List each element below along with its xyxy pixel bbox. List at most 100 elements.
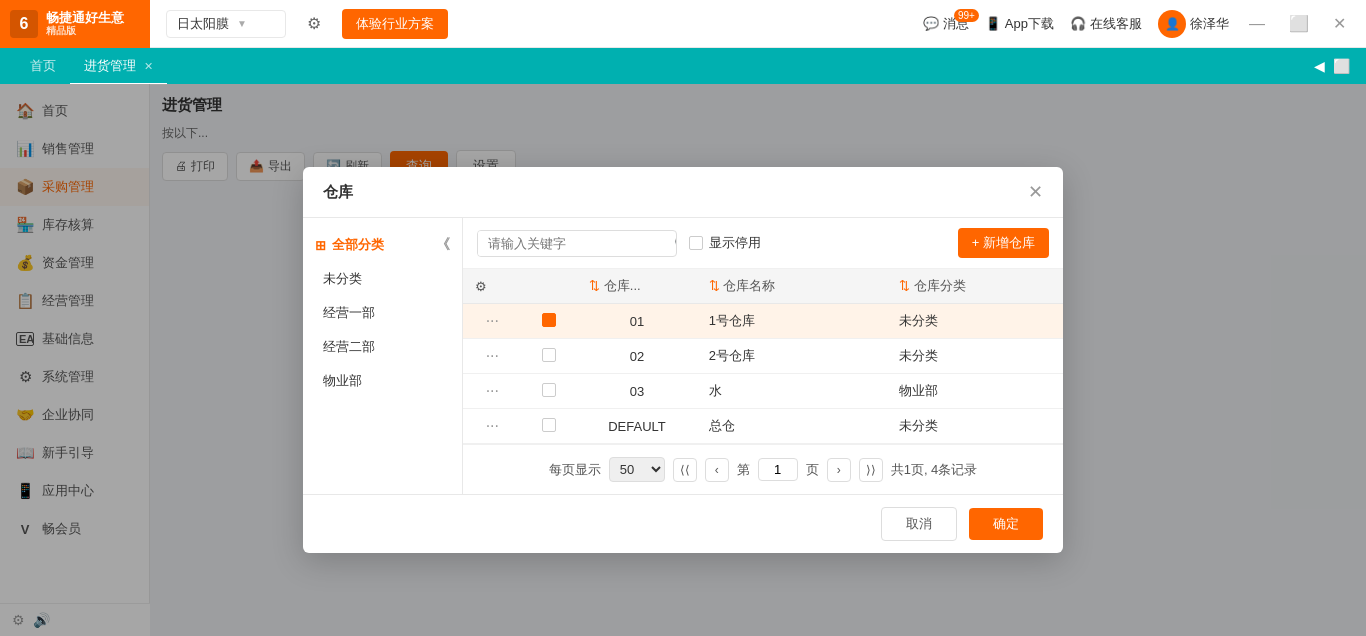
collapse-panel-button[interactable]: 《 xyxy=(436,236,450,254)
row-action-dots[interactable]: ··· xyxy=(486,417,499,434)
category-unclassified-label: 未分类 xyxy=(323,271,362,286)
row-index: 03 xyxy=(577,374,696,409)
row-category: 未分类 xyxy=(887,409,1063,444)
row-actions: ··· xyxy=(463,409,522,444)
all-categories-item[interactable]: ⊞ 全部分类 《 xyxy=(303,228,462,262)
table-toolbar-left: 🔍 显示停用 xyxy=(477,230,761,257)
warehouse-table: ⚙ ⇅ 仓库... ⇅ 仓库名称 ⇅ 仓库分类 xyxy=(463,269,1063,444)
nav-expand-button[interactable]: ⬜ xyxy=(1333,58,1350,74)
store-dropdown-icon: ▼ xyxy=(237,18,247,29)
modal-close-button[interactable]: ✕ xyxy=(1028,181,1043,203)
table-container: ⚙ ⇅ 仓库... ⇅ 仓库名称 ⇅ 仓库分类 xyxy=(463,269,1063,444)
confirm-button[interactable]: 确定 xyxy=(969,508,1043,540)
cancel-button[interactable]: 取消 xyxy=(881,507,957,541)
nav-tab-purchase[interactable]: 进货管理 ✕ xyxy=(70,49,167,85)
page-first-button[interactable]: ⟨⟨ xyxy=(673,458,697,482)
new-warehouse-button[interactable]: + 新增仓库 xyxy=(958,228,1049,258)
user-button[interactable]: 👤 徐泽华 xyxy=(1158,10,1229,38)
gear-icon: ⚙ xyxy=(307,14,321,33)
message-badge: 99+ xyxy=(954,9,979,22)
col-header-name[interactable]: ⇅ 仓库名称 xyxy=(697,269,887,304)
sort-icon-name: ⇅ xyxy=(709,278,720,293)
category-item-ops1[interactable]: 经营一部 xyxy=(303,296,462,330)
store-name: 日太阳膜 xyxy=(177,15,229,33)
app-download-button[interactable]: 📱 App下载 xyxy=(985,15,1054,33)
pagination: 每页显示 50 20 100 ⟨⟨ ‹ 第 页 › ⟩⟩ 共1页, 4 xyxy=(463,444,1063,494)
nav-tab-home-label: 首页 xyxy=(30,57,56,75)
minimize-button[interactable]: — xyxy=(1245,15,1269,33)
row-checkbox[interactable] xyxy=(542,418,556,432)
page-size-select[interactable]: 50 20 100 xyxy=(609,457,665,482)
search-input[interactable] xyxy=(478,231,666,256)
category-panel: ⊞ 全部分类 《 未分类 经营一部 经营二部 物业 xyxy=(303,218,463,494)
nav-tab-close-icon[interactable]: ✕ xyxy=(144,60,153,73)
row-name: 水 xyxy=(697,374,887,409)
message-button[interactable]: 💬 消息 99+ xyxy=(923,15,969,33)
table-row[interactable]: ··· 02 2号仓库 未分类 xyxy=(463,339,1063,374)
warehouse-modal: 仓库 ✕ ⊞ 全部分类 《 未分类 xyxy=(303,167,1063,553)
store-selector[interactable]: 日太阳膜 ▼ xyxy=(166,10,286,38)
logo-name: 畅捷通好生意 xyxy=(46,10,124,26)
row-check-cell[interactable] xyxy=(522,374,578,409)
category-property-label: 物业部 xyxy=(323,373,362,388)
category-item-ops2[interactable]: 经营二部 xyxy=(303,330,462,364)
nav-collapse-button[interactable]: ◀ xyxy=(1314,58,1325,74)
settings-button[interactable]: ⚙ xyxy=(298,8,330,40)
row-checkbox[interactable] xyxy=(542,383,556,397)
col-header-code[interactable]: ⇅ 仓库... xyxy=(577,269,696,304)
table-row[interactable]: ··· 03 水 物业部 xyxy=(463,374,1063,409)
trial-button[interactable]: 体验行业方案 xyxy=(342,9,448,39)
col-header-category[interactable]: ⇅ 仓库分类 xyxy=(887,269,1063,304)
row-category: 未分类 xyxy=(887,339,1063,374)
restore-button[interactable]: ⬜ xyxy=(1285,14,1313,33)
table-row[interactable]: ··· 01 1号仓库 未分类 xyxy=(463,304,1063,339)
row-name: 总仓 xyxy=(697,409,887,444)
row-index: 02 xyxy=(577,339,696,374)
row-check-cell[interactable] xyxy=(522,304,578,339)
page-last-button[interactable]: ⟩⟩ xyxy=(859,458,883,482)
nav-tab-purchase-label: 进货管理 xyxy=(84,57,136,75)
page-prev-button[interactable]: ‹ xyxy=(705,458,729,482)
category-ops2-label: 经营二部 xyxy=(323,339,375,354)
header-right: 💬 消息 99+ 📱 App下载 🎧 在线客服 👤 徐泽华 — ⬜ ✕ xyxy=(923,10,1366,38)
logo-area: 6 畅捷通好生意 精品版 xyxy=(0,0,150,48)
row-checkbox[interactable] xyxy=(542,313,556,327)
table-toolbar: 🔍 显示停用 + 新增仓库 xyxy=(463,218,1063,269)
row-checkbox[interactable] xyxy=(542,348,556,362)
row-name: 2号仓库 xyxy=(697,339,887,374)
close-window-button[interactable]: ✕ xyxy=(1329,14,1350,33)
row-actions: ··· xyxy=(463,374,522,409)
row-action-dots[interactable]: ··· xyxy=(486,312,499,329)
logo-icon: 6 xyxy=(10,10,38,38)
table-row[interactable]: ··· DEFAULT 总仓 未分类 xyxy=(463,409,1063,444)
disabled-checkbox[interactable] xyxy=(689,236,703,250)
page-label: 第 xyxy=(737,461,750,479)
row-check-cell[interactable] xyxy=(522,339,578,374)
row-index: 01 xyxy=(577,304,696,339)
headphone-icon: 🎧 xyxy=(1070,16,1086,31)
user-name: 徐泽华 xyxy=(1190,15,1229,33)
search-icon[interactable]: 🔍 xyxy=(666,231,677,256)
page-input[interactable] xyxy=(758,458,798,481)
app-download-label: App下载 xyxy=(1005,15,1054,33)
row-action-dots[interactable]: ··· xyxy=(486,347,499,364)
page-next-button[interactable]: › xyxy=(827,458,851,482)
nav-tabs: 首页 进货管理 ✕ ◀ ⬜ xyxy=(0,48,1366,84)
header-middle: 日太阳膜 ▼ ⚙ 体验行业方案 xyxy=(150,8,923,40)
modal-overlay: 仓库 ✕ ⊞ 全部分类 《 未分类 xyxy=(0,84,1366,636)
grid-icon: ⊞ xyxy=(315,238,326,253)
page-size-label: 每页显示 xyxy=(549,461,601,479)
show-disabled-label-text: 显示停用 xyxy=(709,234,761,252)
category-item-unclassified[interactable]: 未分类 xyxy=(303,262,462,296)
show-disabled-checkbox[interactable]: 显示停用 xyxy=(689,234,761,252)
page-end-label: 页 xyxy=(806,461,819,479)
col-header-check xyxy=(522,269,578,304)
online-service-button[interactable]: 🎧 在线客服 xyxy=(1070,15,1142,33)
logo-sub: 精品版 xyxy=(46,25,124,37)
category-item-property[interactable]: 物业部 xyxy=(303,364,462,398)
row-check-cell[interactable] xyxy=(522,409,578,444)
logo-text: 畅捷通好生意 精品版 xyxy=(46,10,124,38)
nav-tab-home[interactable]: 首页 xyxy=(16,48,70,84)
row-action-dots[interactable]: ··· xyxy=(486,382,499,399)
row-category: 物业部 xyxy=(887,374,1063,409)
